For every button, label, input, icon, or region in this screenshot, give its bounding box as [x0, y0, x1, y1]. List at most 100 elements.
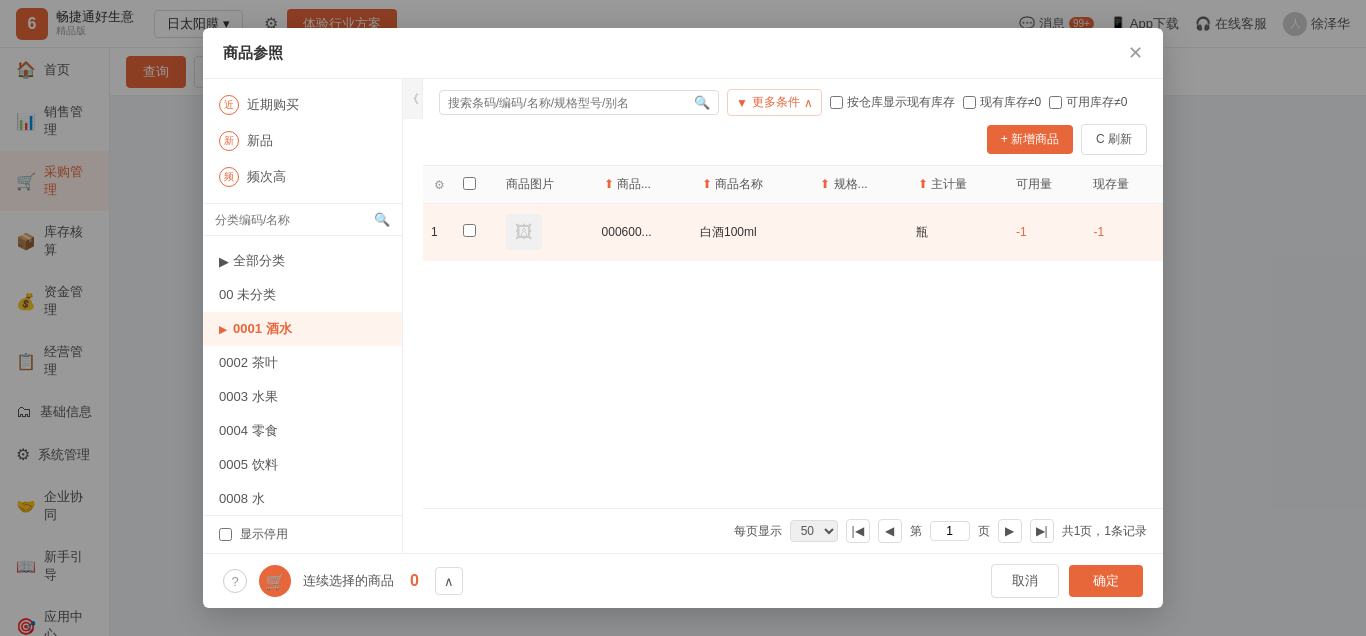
modal-toolbar: 🔍 ▼ 更多条件 ∧ 按仓库显示现有库存 现有库存≠0 — [423, 79, 1163, 166]
page-suffix: 页 — [978, 523, 990, 540]
category-item-label-0: 00 未分类 — [219, 286, 276, 304]
cart-icon-btn[interactable]: 🛒 — [259, 565, 291, 597]
stock-ne0-label: 现有库存≠0 — [980, 94, 1041, 111]
th-unit-sort-icon: ⬆ — [918, 177, 928, 191]
table-settings-col[interactable]: ⚙ — [423, 166, 455, 204]
modal-close-btn[interactable]: ✕ — [1128, 42, 1143, 64]
toolbar-right: + 新增商品 C 刷新 — [987, 124, 1147, 155]
category-search-icon[interactable]: 🔍 — [374, 212, 390, 227]
category-all[interactable]: ▶ 全部分类 — [203, 244, 402, 278]
more-filter-label: 更多条件 — [752, 94, 800, 111]
more-filter-btn[interactable]: ▼ 更多条件 ∧ — [727, 89, 822, 116]
total-info: 共1页，1条记录 — [1062, 523, 1147, 540]
modal-title: 商品参照 — [223, 44, 283, 63]
category-all-arrow: ▶ — [219, 254, 229, 269]
category-all-label: 全部分类 — [233, 252, 285, 270]
category-tea[interactable]: 0002 茶叶 — [203, 346, 402, 380]
modal-overlay: 商品参照 ✕ 近 近期购买 新 新品 频 — [0, 0, 1366, 636]
th-name-sort-icon: ⬆ — [702, 177, 712, 191]
chevron-up-icon: ∧ — [804, 96, 813, 110]
product-reference-modal: 商品参照 ✕ 近 近期购买 新 新品 频 — [203, 28, 1163, 608]
warehouse-display-checkbox-label[interactable]: 按仓库显示现有库存 — [830, 94, 955, 111]
product-search-input[interactable] — [448, 96, 690, 110]
category-item-label-2: 0002 茶叶 — [219, 354, 278, 372]
filter-recent[interactable]: 近 近期购买 — [203, 87, 402, 123]
prev-page-btn[interactable]: ◀ — [878, 519, 902, 543]
category-item-label-5: 0005 饮料 — [219, 456, 278, 474]
category-uncategorized[interactable]: 00 未分类 — [203, 278, 402, 312]
footer-left: ? 🛒 连续选择的商品 0 ∧ — [223, 565, 463, 597]
show-disabled-checkbox[interactable] — [219, 528, 232, 541]
new-icon: 新 — [219, 131, 239, 151]
category-water[interactable]: 0008 水 — [203, 482, 402, 515]
category-item-label-1: 0001 酒水 — [233, 320, 292, 338]
collapse-panel-btn[interactable]: 《 — [403, 79, 423, 119]
stock-ne0-checkbox-label[interactable]: 现有库存≠0 — [963, 94, 1041, 111]
th-stock: 现存量 — [1085, 166, 1163, 204]
collapse-footer-btn[interactable]: ∧ — [435, 567, 463, 595]
row-checkbox-cell — [455, 204, 498, 261]
th-spec-sort-icon: ⬆ — [820, 177, 830, 191]
filter-recent-label: 近期购买 — [247, 96, 299, 114]
category-fruit[interactable]: 0003 水果 — [203, 380, 402, 414]
per-page-label: 每页显示 — [734, 523, 782, 540]
th-available: 可用量 — [1008, 166, 1085, 204]
product-search-box: 🔍 — [439, 90, 719, 115]
category-search-input[interactable] — [215, 213, 374, 227]
product-table-container: ⚙ 商品图片 ⬆ 商品... ⬆ — [423, 166, 1163, 508]
row-code-cell: 000600... — [594, 204, 692, 261]
available-ne0-checkbox[interactable] — [1049, 96, 1062, 109]
refresh-btn[interactable]: C 刷新 — [1081, 124, 1147, 155]
th-unit: ⬆ 主计量 — [908, 166, 1008, 204]
filter-icon: ▼ — [736, 96, 748, 110]
filter-new-label: 新品 — [247, 132, 273, 150]
category-liquor[interactable]: ▶ 0001 酒水 — [203, 312, 402, 346]
th-unit-label: 主计量 — [931, 177, 967, 191]
show-disabled-area: 显示停用 — [203, 515, 402, 553]
table-row[interactable]: 1 🖼 000600... 白酒100ml — [423, 204, 1163, 261]
last-page-btn[interactable]: ▶| — [1030, 519, 1054, 543]
category-item-label-3: 0003 水果 — [219, 388, 278, 406]
confirm-btn[interactable]: 确定 — [1069, 565, 1143, 597]
th-code: ⬆ 商品... — [594, 166, 692, 204]
row-unit-cell: 瓶 — [908, 204, 1008, 261]
filter-frequent-label: 频次高 — [247, 168, 286, 186]
th-image: 商品图片 — [498, 166, 593, 204]
image-placeholder-icon: 🖼 — [515, 222, 533, 243]
first-page-btn[interactable]: |◀ — [846, 519, 870, 543]
filter-new[interactable]: 新 新品 — [203, 123, 402, 159]
page-label: 第 — [910, 523, 922, 540]
cart-count: 0 — [410, 572, 419, 590]
category-item-label-4: 0004 零食 — [219, 422, 278, 440]
pagination-bar: 每页显示 50 |◀ ◀ 第 页 ▶ ▶| 共1页，1条记录 — [423, 508, 1163, 553]
per-page-select[interactable]: 50 — [790, 520, 838, 542]
row-checkbox[interactable] — [463, 224, 476, 237]
filter-frequent[interactable]: 频 频次高 — [203, 159, 402, 195]
category-snack[interactable]: 0004 零食 — [203, 414, 402, 448]
page-number-input[interactable] — [930, 521, 970, 541]
cancel-btn[interactable]: 取消 — [991, 564, 1059, 598]
category-beverage[interactable]: 0005 饮料 — [203, 448, 402, 482]
add-product-btn[interactable]: + 新增商品 — [987, 125, 1073, 154]
footer-right: 取消 确定 — [991, 564, 1143, 598]
help-icon[interactable]: ? — [223, 569, 247, 593]
modal-body: 近 近期购买 新 新品 频 频次高 🔍 — [203, 79, 1163, 553]
available-ne0-checkbox-label[interactable]: 可用库存≠0 — [1049, 94, 1127, 111]
product-thumbnail: 🖼 — [506, 214, 542, 250]
category-item-label-6: 0008 水 — [219, 490, 265, 508]
th-image-label: 商品图片 — [506, 177, 554, 191]
select-all-checkbox[interactable] — [463, 177, 476, 190]
category-liquor-arrow: ▶ — [219, 324, 227, 335]
th-name-label: 商品名称 — [715, 177, 763, 191]
product-search-icon[interactable]: 🔍 — [694, 95, 710, 110]
next-page-btn[interactable]: ▶ — [998, 519, 1022, 543]
warehouse-display-checkbox[interactable] — [830, 96, 843, 109]
continuous-label: 连续选择的商品 — [303, 572, 394, 590]
th-spec: ⬆ 规格... — [810, 166, 907, 204]
warehouse-display-label: 按仓库显示现有库存 — [847, 94, 955, 111]
stock-ne0-checkbox[interactable] — [963, 96, 976, 109]
modal-right-panel: 🔍 ▼ 更多条件 ∧ 按仓库显示现有库存 现有库存≠0 — [423, 79, 1163, 553]
th-name: ⬆ 商品名称 — [692, 166, 810, 204]
row-image-cell: 🖼 — [498, 204, 593, 261]
modal-header: 商品参照 ✕ — [203, 28, 1163, 79]
